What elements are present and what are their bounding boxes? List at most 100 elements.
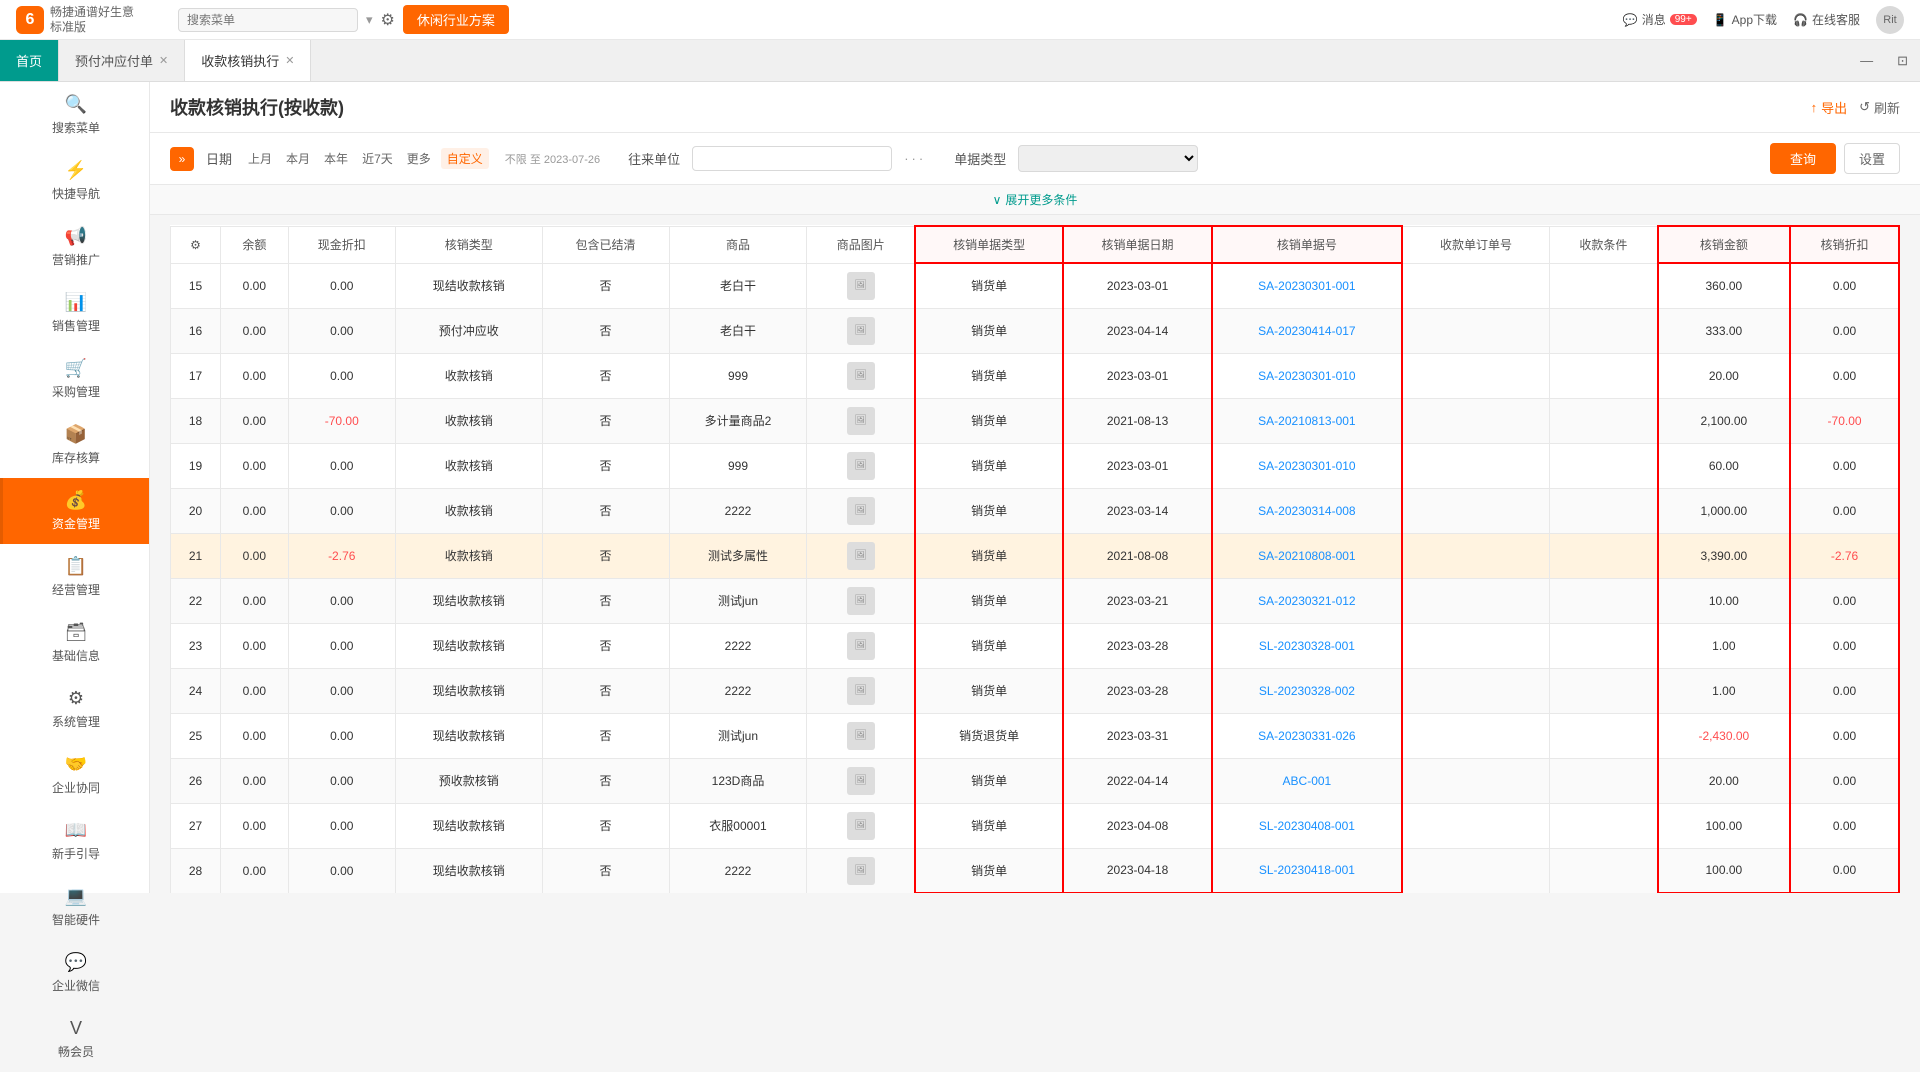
- sidebar-item-search[interactable]: 🔍 搜索菜单: [0, 82, 149, 148]
- sidebar-item-purchase[interactable]: 🛒 采购管理: [0, 346, 149, 412]
- date-last-month[interactable]: 上月: [244, 148, 276, 169]
- date-more[interactable]: 更多: [403, 148, 435, 169]
- bill-no-link[interactable]: SA-20230301-010: [1258, 459, 1355, 473]
- filter-expand-button[interactable]: »: [170, 147, 194, 171]
- tab-maximize[interactable]: ⊡: [1885, 40, 1920, 81]
- td-write-off-amount: 1.00: [1658, 668, 1791, 713]
- bill-no-link[interactable]: SA-20230321-012: [1258, 594, 1355, 608]
- tab-receipt-writeoff[interactable]: 收款核销执行 ✕: [185, 40, 311, 81]
- th-product-image: 商品图片: [807, 226, 915, 263]
- bill-type-select[interactable]: [1018, 145, 1198, 172]
- td-included-closed: 否: [542, 758, 669, 803]
- td-bill-date: 2023-03-01: [1063, 443, 1211, 488]
- guide-icon: 📖: [65, 820, 87, 841]
- td-row-num: 23: [171, 623, 221, 668]
- sidebar-item-enterprise[interactable]: 🤝 企业协同: [0, 742, 149, 808]
- th-write-off-type: 核销类型: [395, 226, 542, 263]
- sidebar-item-system[interactable]: ⚙ 系统管理: [0, 676, 149, 742]
- date-range-display: 不限 至 2023-07-26: [505, 151, 600, 167]
- sidebar-item-inventory[interactable]: 📦 库存核算: [0, 412, 149, 478]
- export-button[interactable]: ↑ 导出: [1811, 98, 1848, 117]
- bill-no-link[interactable]: SA-20230331-026: [1258, 729, 1355, 743]
- td-bill-date: 2023-03-14: [1063, 488, 1211, 533]
- tab-prepay-close[interactable]: ✕: [159, 54, 168, 67]
- td-row-num: 20: [171, 488, 221, 533]
- sidebar-item-vip[interactable]: V 畅会员: [0, 1006, 149, 1072]
- td-receipt-condition: [1550, 803, 1658, 848]
- bill-no-link[interactable]: SA-20210808-001: [1258, 549, 1355, 563]
- search-input[interactable]: [178, 8, 358, 32]
- sidebar-item-finance[interactable]: 💰 资金管理: [0, 478, 149, 544]
- td-cash-discount: 0.00: [288, 803, 395, 848]
- settings-button[interactable]: 设置: [1844, 143, 1900, 174]
- date-custom[interactable]: 自定义: [441, 148, 489, 169]
- bill-no-link[interactable]: SA-20230301-010: [1258, 369, 1355, 383]
- table-row: 19 0.00 0.00 收款核销 否 999 🖼 销货单 2023-03-01…: [171, 443, 1900, 488]
- dropdown-icon[interactable]: ▾: [366, 12, 373, 28]
- bill-no-link[interactable]: SA-20230301-001: [1258, 279, 1355, 293]
- date-this-year[interactable]: 本年: [320, 148, 352, 169]
- sidebar-item-quicknav[interactable]: ⚡ 快捷导航: [0, 148, 149, 214]
- date-this-month[interactable]: 本月: [282, 148, 314, 169]
- td-write-off-discount: 0.00: [1790, 263, 1899, 308]
- partner-input[interactable]: [692, 146, 892, 171]
- table-row: 21 0.00 -2.76 收款核销 否 测试多属性 🖼 销货单 2021-08…: [171, 533, 1900, 578]
- td-write-off-discount: 0.00: [1790, 758, 1899, 803]
- td-write-off-amount: 1.00: [1658, 623, 1791, 668]
- table-row: 27 0.00 0.00 现结收款核销 否 衣服00001 🖼 销货单 2023…: [171, 803, 1900, 848]
- tab-receipt-writeoff-close[interactable]: ✕: [285, 54, 294, 67]
- bill-no-link[interactable]: SL-20230418-001: [1259, 863, 1355, 877]
- industry-solution-button[interactable]: 休闲行业方案: [403, 5, 509, 34]
- sidebar-item-marketing[interactable]: 📢 营销推广: [0, 214, 149, 280]
- query-button[interactable]: 查询: [1770, 143, 1836, 174]
- expand-more-button[interactable]: ∨ 展开更多条件: [993, 191, 1078, 208]
- td-included-closed: 否: [542, 848, 669, 893]
- td-write-off-amount: 20.00: [1658, 758, 1791, 803]
- td-included-closed: 否: [542, 263, 669, 308]
- sidebar-item-guide[interactable]: 📖 新手引导: [0, 808, 149, 874]
- td-cash-discount: 0.00: [288, 353, 395, 398]
- sidebar-item-sales[interactable]: 📊 销售管理: [0, 280, 149, 346]
- bill-no-link[interactable]: SL-20230408-001: [1259, 819, 1355, 833]
- td-write-off-type: 现结收款核销: [395, 803, 542, 848]
- tab-home[interactable]: 首页: [0, 40, 59, 81]
- sidebar-item-basic-info[interactable]: 🗃 基础信息: [0, 610, 149, 676]
- bill-no-link[interactable]: SL-20230328-002: [1259, 684, 1355, 698]
- td-bill-date: 2023-03-01: [1063, 353, 1211, 398]
- td-product-image: 🖼: [807, 713, 915, 758]
- table-row: 18 0.00 -70.00 收款核销 否 多计量商品2 🖼 销货单 2021-…: [171, 398, 1900, 443]
- bill-no-link[interactable]: SL-20230328-001: [1259, 639, 1355, 653]
- bill-no-link[interactable]: SA-20230314-008: [1258, 504, 1355, 518]
- td-bill-no: SA-20230301-001: [1212, 263, 1402, 308]
- td-receipt-condition: [1550, 443, 1658, 488]
- table-row: 17 0.00 0.00 收款核销 否 999 🖼 销货单 2023-03-01…: [171, 353, 1900, 398]
- message-button[interactable]: 💬 消息 99+: [1623, 11, 1697, 28]
- td-row-num: 18: [171, 398, 221, 443]
- app-download-button[interactable]: 📱 App下载: [1713, 11, 1777, 28]
- sidebar-item-wechat[interactable]: 💬 企业微信: [0, 940, 149, 1006]
- refresh-button[interactable]: ↺ 刷新: [1859, 98, 1900, 117]
- tab-minimize[interactable]: —: [1848, 40, 1885, 81]
- td-bill-date: 2023-03-01: [1063, 263, 1211, 308]
- bill-no-link[interactable]: ABC-001: [1283, 774, 1332, 788]
- td-product-image: 🖼: [807, 263, 915, 308]
- tab-prepay[interactable]: 预付冲应付单 ✕: [59, 40, 185, 81]
- td-included-closed: 否: [542, 713, 669, 758]
- td-included-closed: 否: [542, 443, 669, 488]
- sidebar-item-operations[interactable]: 📋 经营管理: [0, 544, 149, 610]
- bill-no-link[interactable]: SA-20230414-017: [1258, 324, 1355, 338]
- td-bill-no: SA-20210808-001: [1212, 533, 1402, 578]
- td-bill-date: 2023-03-28: [1063, 623, 1211, 668]
- td-product-image: 🖼: [807, 398, 915, 443]
- bill-no-link[interactable]: SA-20210813-001: [1258, 414, 1355, 428]
- user-avatar[interactable]: Rit: [1876, 6, 1904, 34]
- sidebar-item-hardware[interactable]: 💻 智能硬件: [0, 874, 149, 940]
- td-product-image: 🖼: [807, 668, 915, 713]
- date-7days[interactable]: 近7天: [358, 148, 397, 169]
- settings-icon[interactable]: ⚙: [381, 10, 395, 30]
- td-bill-no: SL-20230328-002: [1212, 668, 1402, 713]
- th-settings[interactable]: ⚙: [171, 226, 221, 263]
- table-row: 28 0.00 0.00 现结收款核销 否 2222 🖼 销货单 2023-04…: [171, 848, 1900, 893]
- td-included-closed: 否: [542, 533, 669, 578]
- online-service-button[interactable]: 🎧 在线客服: [1793, 11, 1860, 28]
